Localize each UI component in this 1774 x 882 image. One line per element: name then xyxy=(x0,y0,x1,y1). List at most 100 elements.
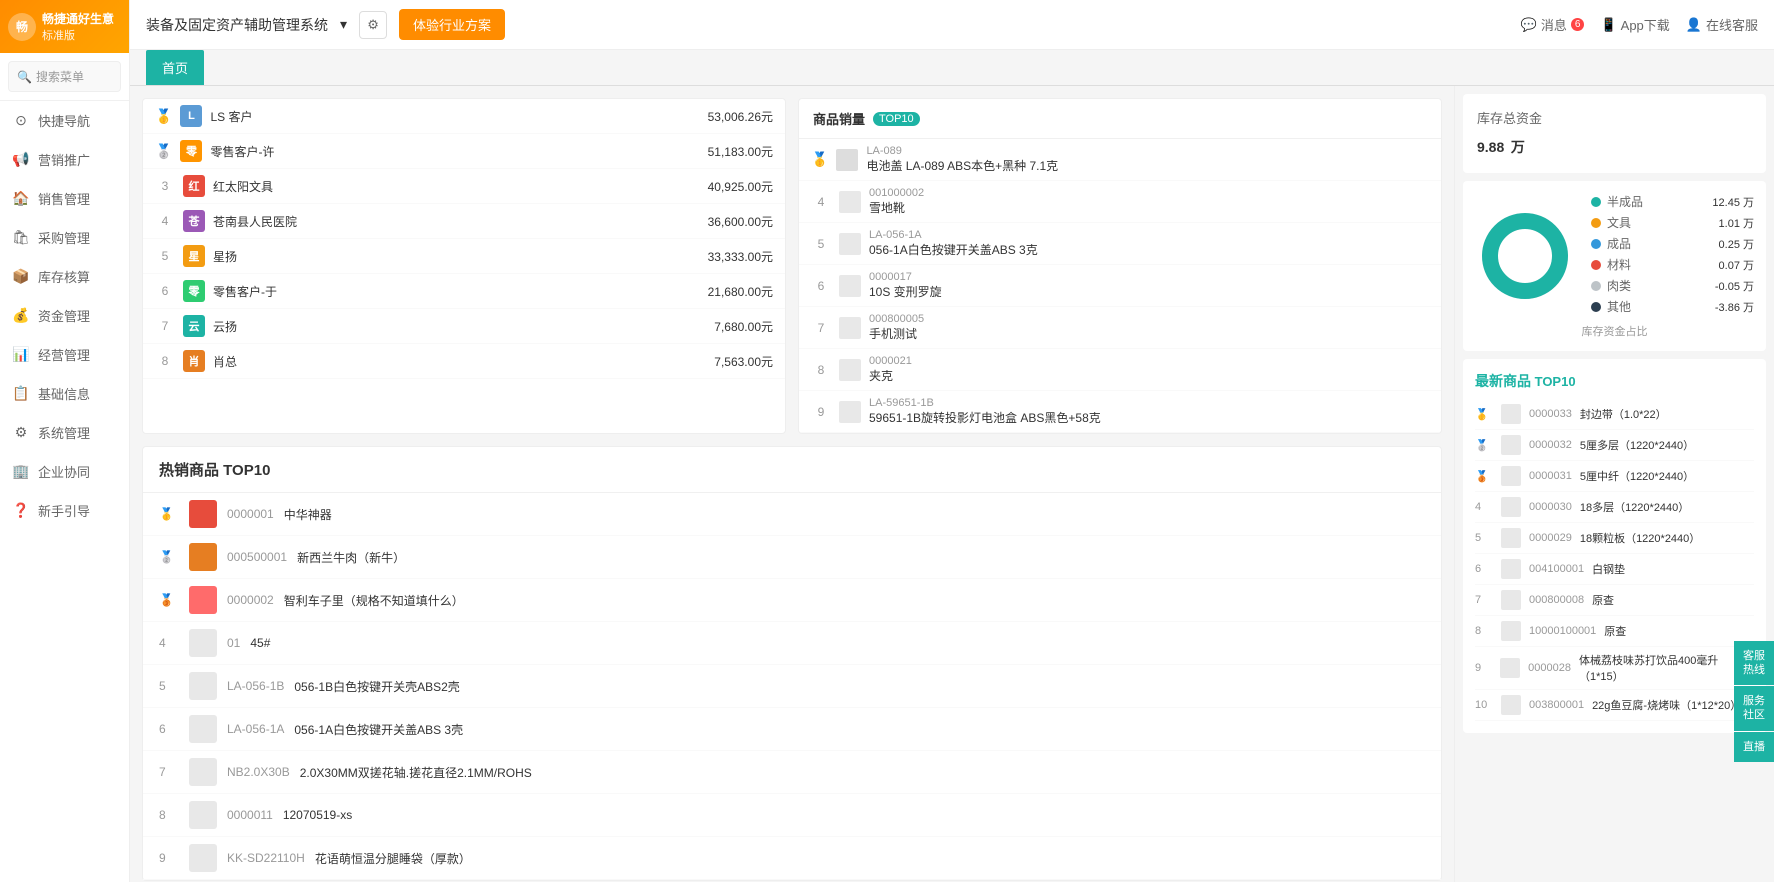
sidebar-item-purchase[interactable]: 🛍 采购管理 xyxy=(0,218,129,257)
rank-number: 3 xyxy=(155,179,175,193)
list-item: 7 000800008 原查 xyxy=(1475,585,1754,616)
product-code: NB2.0X30B xyxy=(227,765,290,779)
product-code: 0000032 xyxy=(1529,439,1572,451)
product-name: 056-1A白色按键开关盖ABS 3克 xyxy=(869,241,1038,258)
avatar: 零 xyxy=(183,280,205,302)
online-service-button[interactable]: 👤 在线客服 xyxy=(1686,15,1758,34)
inventory-unit: 万 xyxy=(1511,139,1525,155)
product-name: 电池盖 LA-089 ABS本色+黑种 7.1克 xyxy=(866,157,1058,174)
sidebar-item-sales[interactable]: 🏠 销售管理 xyxy=(0,179,129,218)
header-chevron-icon: ▾ xyxy=(340,16,347,33)
legend-value: 12.45 万 xyxy=(1712,194,1754,210)
service-community-button[interactable]: 服务社区 xyxy=(1734,686,1774,731)
donut-chart-container: 半成品 12.45 万 文具 1.01 万 成品 0.25 万 xyxy=(1475,193,1754,319)
hot-products-panel: 热销商品 TOP10 🥇 0000001 中华神器 🥈 000500001 新西… xyxy=(142,446,1442,881)
medal-icon: 🥉 xyxy=(159,593,179,607)
list-item: 8 10000100001 原查 xyxy=(1475,616,1754,647)
avatar: 肖 xyxy=(183,350,205,372)
rank-number: 4 xyxy=(159,636,179,650)
table-row: 3 红 红太阳文具 40,925.00元 xyxy=(143,169,785,204)
settings-button[interactable]: ⚙ xyxy=(359,11,387,39)
product-thumbnail xyxy=(836,149,858,171)
table-row: 6 0000017 10S 变刑罗旋 xyxy=(799,265,1441,307)
product-name: 手机测试 xyxy=(869,325,924,342)
live-broadcast-button[interactable]: 直播 xyxy=(1734,732,1774,762)
home-icon: ⊙ xyxy=(12,112,30,130)
legend-dot xyxy=(1591,239,1601,249)
tab-bar: 首页 xyxy=(130,50,1774,86)
medal-icon: 🥇 xyxy=(811,151,828,168)
search-menu-button[interactable]: 🔍 搜索菜单 xyxy=(8,61,121,92)
sidebar-item-quick-nav[interactable]: ⊙ 快捷导航 xyxy=(0,101,129,140)
legend-label: 材料 xyxy=(1607,256,1713,273)
medal-icon: 🥈 xyxy=(159,550,179,564)
list-item: 8 0000011 12070519-xs xyxy=(143,794,1441,837)
sidebar-item-finance[interactable]: 💰 资金管理 xyxy=(0,296,129,335)
sidebar-item-base-info[interactable]: 📋 基础信息 xyxy=(0,374,129,413)
float-buttons: 客服热线 服务社区 直播 xyxy=(1734,641,1774,762)
customer-amount: 7,680.00元 xyxy=(714,318,773,335)
sidebar-item-operations[interactable]: 📊 经营管理 xyxy=(0,335,129,374)
table-row: 4 苍 苍南县人民医院 36,600.00元 xyxy=(143,204,785,239)
megaphone-icon: 📢 xyxy=(12,151,30,169)
message-button[interactable]: 💬 消息 6 xyxy=(1521,15,1585,34)
list-item: 5 0000029 18颗粒板（1220*2440） xyxy=(1475,523,1754,554)
product-thumbnail xyxy=(189,672,217,700)
sidebar-item-inventory[interactable]: 📦 库存核算 xyxy=(0,257,129,296)
customer-service-button[interactable]: 客服热线 xyxy=(1734,641,1774,686)
rank-number: 9 xyxy=(1475,662,1492,674)
tab-home[interactable]: 首页 xyxy=(146,50,204,85)
list-item: 9 KK-SD22110H 花语萌恒温分腿睡袋（厚款） xyxy=(143,837,1441,880)
product-code: LA-056-1A xyxy=(227,722,284,736)
list-item: 🥈 000500001 新西兰牛肉（新牛） xyxy=(143,536,1441,579)
customer-amount: 33,333.00元 xyxy=(708,248,773,265)
sidebar-item-guide[interactable]: ❓ 新手引导 xyxy=(0,491,129,530)
list-item: 7 NB2.0X30B 2.0X30MM双搓花轴.搓花直径2.1MM/ROHS xyxy=(143,751,1441,794)
customer-name: 零售客户-许 xyxy=(210,143,699,160)
list-item: 6 LA-056-1A 056-1A白色按键开关盖ABS 3壳 xyxy=(143,708,1441,751)
guide-icon: ❓ xyxy=(12,502,30,520)
product-thumbnail xyxy=(1501,435,1521,455)
inventory-total-card: 库存总资金 9.88 万 xyxy=(1463,94,1766,173)
product-thumbnail xyxy=(1501,528,1521,548)
customer-amount: 40,925.00元 xyxy=(708,178,773,195)
list-item: 🥈 0000032 5厘多层（1220*2440） xyxy=(1475,430,1754,461)
trial-button[interactable]: 体验行业方案 xyxy=(399,9,505,40)
sidebar-item-system[interactable]: ⚙ 系统管理 xyxy=(0,413,129,452)
product-thumbnail xyxy=(839,359,861,381)
medal-icon: 🥇 xyxy=(155,108,172,125)
legend-dot xyxy=(1591,218,1601,228)
product-rank-header: 商品销量 TOP10 xyxy=(799,99,1441,139)
sidebar-logo: 畅 畅捷通好生意 标准版 xyxy=(0,0,129,53)
product-name: 59651-1B旋转投影灯电池盒 ABS黑色+58克 xyxy=(869,409,1101,426)
sidebar-item-marketing[interactable]: 📢 营销推广 xyxy=(0,140,129,179)
product-code: 0000030 xyxy=(1529,501,1572,513)
app-download-button[interactable]: 📱 App下载 xyxy=(1600,15,1669,34)
phone-icon: 📱 xyxy=(1600,17,1616,33)
message-badge: 6 xyxy=(1571,18,1585,31)
legend-item-semi: 半成品 12.45 万 xyxy=(1591,193,1754,210)
system-icon: ⚙ xyxy=(12,424,30,442)
product-name: 封边带（1.0*22） xyxy=(1580,406,1667,422)
donut-chart xyxy=(1475,206,1575,306)
customer-amount: 21,680.00元 xyxy=(708,283,773,300)
legend-label: 文具 xyxy=(1607,214,1713,231)
service-icon: 👤 xyxy=(1686,17,1702,33)
rank-number: 8 xyxy=(159,808,179,822)
list-item: 🥇 0000033 封边带（1.0*22） xyxy=(1475,399,1754,430)
inventory-chart-card: 半成品 12.45 万 文具 1.01 万 成品 0.25 万 xyxy=(1463,181,1766,351)
product-thumbnail xyxy=(839,191,861,213)
product-code: 0000033 xyxy=(1529,408,1572,420)
legend-item-stationery: 文具 1.01 万 xyxy=(1591,214,1754,231)
top10-badge: TOP10 xyxy=(873,112,920,126)
header: 装备及固定资产辅助管理系统 ▾ ⚙ 体验行业方案 💬 消息 6 📱 App下载 … xyxy=(130,0,1774,50)
rank-number: 8 xyxy=(1475,625,1493,637)
product-thumbnail xyxy=(189,844,217,872)
product-name: 新西兰牛肉（新牛） xyxy=(297,549,405,566)
sidebar-item-enterprise[interactable]: 🏢 企业协同 xyxy=(0,452,129,491)
rank-number: 4 xyxy=(1475,501,1493,513)
inventory-title: 库存总资金 xyxy=(1477,108,1752,127)
product-thumbnail xyxy=(1501,559,1521,579)
chart-subtitle: 库存资金占比 xyxy=(1475,323,1754,339)
customer-name: 零售客户-于 xyxy=(213,283,700,300)
